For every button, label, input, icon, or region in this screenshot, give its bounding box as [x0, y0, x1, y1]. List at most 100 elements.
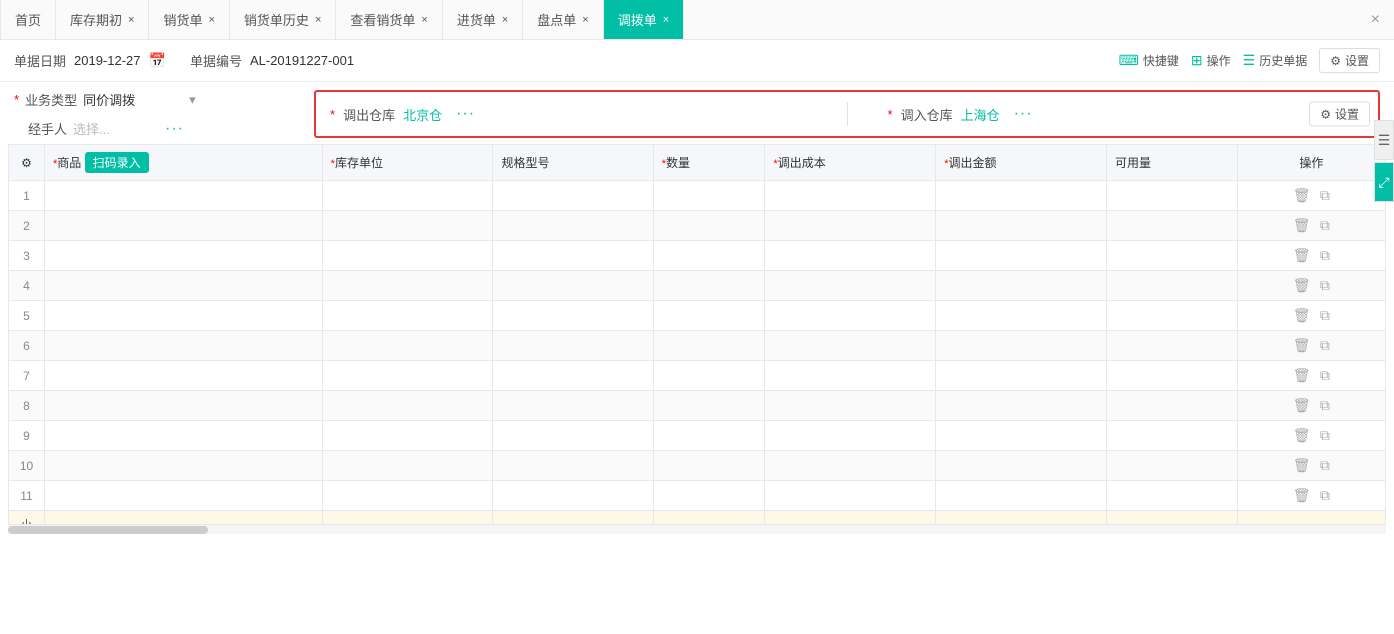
unit-cell-1[interactable] — [322, 181, 493, 211]
amount-cell-1[interactable] — [936, 181, 1107, 211]
qty-cell-4[interactable] — [653, 271, 765, 301]
handler-value[interactable]: 选择... — [73, 119, 153, 138]
calendar-icon[interactable]: 📅 — [149, 52, 166, 69]
amount-cell-7[interactable] — [936, 361, 1107, 391]
cost-cell-3[interactable] — [765, 241, 936, 271]
close-tab-sales-order[interactable]: × — [208, 14, 214, 26]
copy-row-9[interactable]: ⧉ — [1320, 427, 1330, 443]
cost-cell-9[interactable] — [765, 421, 936, 451]
cost-cell-4[interactable] — [765, 271, 936, 301]
qty-cell-6[interactable] — [653, 331, 765, 361]
product-cell-8[interactable] — [45, 391, 323, 421]
available-cell-2[interactable] — [1107, 211, 1238, 241]
qty-cell-10[interactable] — [653, 451, 765, 481]
qty-cell-5[interactable] — [653, 301, 765, 331]
tab-view-sales[interactable]: 查看销货单 × — [336, 0, 442, 39]
window-close-button[interactable]: × — [1357, 11, 1394, 29]
unit-cell-7[interactable] — [322, 361, 493, 391]
scrollbar-thumb[interactable] — [8, 526, 208, 534]
spec-cell-8[interactable] — [493, 391, 653, 421]
close-tab-view-sales[interactable]: × — [421, 14, 427, 26]
unit-cell-9[interactable] — [322, 421, 493, 451]
copy-row-2[interactable]: ⧉ — [1320, 217, 1330, 233]
tab-transfer[interactable]: 调拨单 × — [604, 0, 684, 39]
cost-cell-11[interactable] — [765, 481, 936, 511]
unit-cell-2[interactable] — [322, 211, 493, 241]
unit-cell-8[interactable] — [322, 391, 493, 421]
qty-cell-8[interactable] — [653, 391, 765, 421]
transfer-in-more-icon[interactable]: ··· — [1014, 105, 1033, 123]
copy-row-3[interactable]: ⧉ — [1320, 247, 1330, 263]
qty-cell-2[interactable] — [653, 211, 765, 241]
close-tab-transfer[interactable]: × — [663, 14, 669, 26]
cost-cell-7[interactable] — [765, 361, 936, 391]
amount-cell-11[interactable] — [936, 481, 1107, 511]
side-expand-icon[interactable]: ⤢ — [1374, 162, 1394, 202]
shortcuts-button[interactable]: ⌨ 快捷键 — [1119, 52, 1179, 69]
horizontal-scrollbar[interactable] — [8, 524, 1386, 534]
available-cell-11[interactable] — [1107, 481, 1238, 511]
product-cell-3[interactable] — [45, 241, 323, 271]
biz-type-value[interactable]: 同价调拨 — [83, 90, 183, 109]
unit-cell-6[interactable] — [322, 331, 493, 361]
qty-cell-3[interactable] — [653, 241, 765, 271]
transfer-in-value[interactable]: 上海仓 — [961, 105, 1000, 124]
tab-inventory[interactable]: 盘点单 × — [523, 0, 603, 39]
transfer-out-more-icon[interactable]: ··· — [456, 105, 475, 123]
amount-cell-8[interactable] — [936, 391, 1107, 421]
qty-cell-7[interactable] — [653, 361, 765, 391]
delete-row-9[interactable]: 🗑 — [1293, 427, 1311, 443]
transfer-out-value[interactable]: 北京仓 — [403, 105, 442, 124]
delete-row-11[interactable]: 🗑 — [1293, 487, 1311, 503]
copy-row-8[interactable]: ⧉ — [1320, 397, 1330, 413]
biz-type-dropdown-icon[interactable]: ▾ — [189, 92, 196, 108]
amount-cell-2[interactable] — [936, 211, 1107, 241]
spec-cell-7[interactable] — [493, 361, 653, 391]
spec-cell-10[interactable] — [493, 451, 653, 481]
delete-row-1[interactable]: 🗑 — [1293, 187, 1311, 203]
tab-purchase[interactable]: 进货单 × — [443, 0, 523, 39]
tab-sales-order[interactable]: 销货单 × — [149, 0, 229, 39]
spec-cell-5[interactable] — [493, 301, 653, 331]
spec-cell-2[interactable] — [493, 211, 653, 241]
delete-row-2[interactable]: 🗑 — [1293, 217, 1311, 233]
qty-cell-9[interactable] — [653, 421, 765, 451]
product-cell-11[interactable] — [45, 481, 323, 511]
qty-cell-11[interactable] — [653, 481, 765, 511]
delete-row-5[interactable]: 🗑 — [1293, 307, 1311, 323]
copy-row-7[interactable]: ⧉ — [1320, 367, 1330, 383]
unit-cell-11[interactable] — [322, 481, 493, 511]
delete-row-3[interactable]: 🗑 — [1293, 247, 1311, 263]
product-cell-1[interactable] — [45, 181, 323, 211]
product-cell-7[interactable] — [45, 361, 323, 391]
settings-button[interactable]: ⚙ 设置 — [1319, 48, 1380, 73]
warehouse-settings-button[interactable]: ⚙ 设置 — [1309, 102, 1370, 127]
tab-inventory-init[interactable]: 库存期初 × — [56, 0, 149, 39]
delete-row-8[interactable]: 🗑 — [1293, 397, 1311, 413]
history-button[interactable]: ☰ 历史单据 — [1243, 52, 1308, 69]
product-cell-5[interactable] — [45, 301, 323, 331]
amount-cell-3[interactable] — [936, 241, 1107, 271]
copy-row-11[interactable]: ⧉ — [1320, 487, 1330, 503]
copy-row-5[interactable]: ⧉ — [1320, 307, 1330, 323]
qty-cell-1[interactable] — [653, 181, 765, 211]
available-cell-5[interactable] — [1107, 301, 1238, 331]
available-cell-6[interactable] — [1107, 331, 1238, 361]
unit-cell-5[interactable] — [322, 301, 493, 331]
available-cell-7[interactable] — [1107, 361, 1238, 391]
spec-cell-4[interactable] — [493, 271, 653, 301]
cost-cell-1[interactable] — [765, 181, 936, 211]
side-list-icon[interactable]: ☰ — [1374, 120, 1394, 160]
product-cell-6[interactable] — [45, 331, 323, 361]
unit-cell-3[interactable] — [322, 241, 493, 271]
product-cell-10[interactable] — [45, 451, 323, 481]
copy-row-1[interactable]: ⧉ — [1320, 187, 1330, 203]
tab-home[interactable]: 首页 — [0, 0, 56, 39]
cost-cell-8[interactable] — [765, 391, 936, 421]
product-cell-4[interactable] — [45, 271, 323, 301]
unit-cell-4[interactable] — [322, 271, 493, 301]
amount-cell-6[interactable] — [936, 331, 1107, 361]
spec-cell-11[interactable] — [493, 481, 653, 511]
col-gear[interactable]: ⚙ — [9, 145, 45, 181]
spec-cell-3[interactable] — [493, 241, 653, 271]
